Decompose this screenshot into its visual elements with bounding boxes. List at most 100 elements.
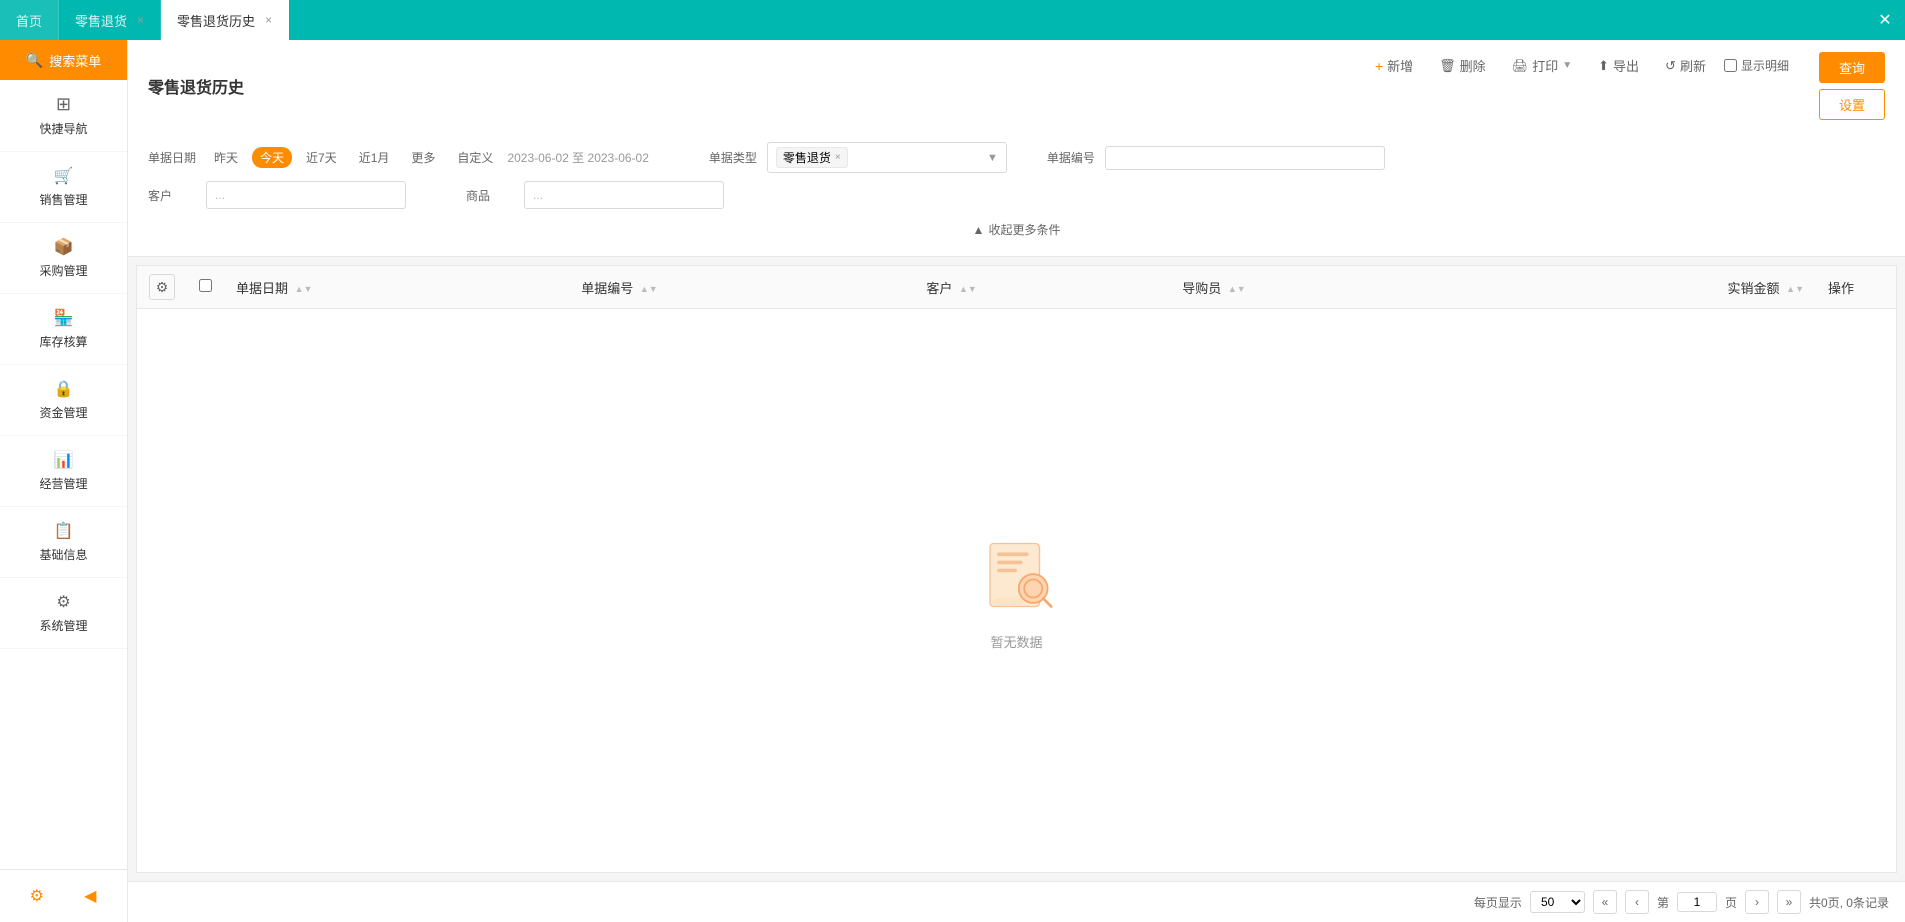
select-all-checkbox[interactable]: [199, 279, 212, 292]
sidebar-item-label: 销售管理: [39, 191, 87, 208]
sidebar-item-label: 系统管理: [39, 617, 87, 634]
sidebar-bottom: ⚙ ◀: [0, 869, 127, 922]
page-header: 零售退货历史 + 新增 🗑 删除 🖨 打印: [128, 40, 1905, 257]
tab-retail-return-history-label: 零售退货历史: [177, 11, 255, 30]
date-btn-week[interactable]: 近7天: [298, 147, 345, 168]
show-detail-label: 显示明细: [1741, 57, 1789, 74]
guide-sort-icon[interactable]: ▲▼: [1228, 285, 1246, 294]
page-number-input[interactable]: [1677, 892, 1717, 912]
sidebar-item-sys-mgmt[interactable]: ⚙ 系统管理: [0, 578, 127, 649]
page-size-select[interactable]: 10 20 50 100: [1530, 891, 1585, 913]
product-placeholder: ...: [533, 188, 543, 202]
sales-icon: 🛒: [54, 166, 74, 186]
main-layout: 🔍 搜索菜单 ⊞ 快捷导航 🛒 销售管理 📦 采购管理 🏪 库存核算 🔒: [0, 40, 1905, 922]
export-button[interactable]: ⬆ 导出: [1590, 52, 1647, 79]
add-icon: +: [1375, 58, 1383, 74]
add-button[interactable]: + 新增: [1367, 52, 1421, 79]
doc-date-sort-icon[interactable]: ▲▼: [295, 285, 313, 294]
collapse-icon: ▲: [973, 223, 985, 237]
doc-no-label: 单据编号: [1047, 149, 1097, 166]
print-label: 打印: [1532, 56, 1558, 75]
doc-type-select[interactable]: 零售退货 × ▼: [767, 142, 1007, 173]
header-actions-right: + 新增 🗑 删除 🖨 打印 ▼ ⬆: [1367, 52, 1885, 120]
print-icon: 🖨: [1512, 58, 1529, 74]
date-btn-more[interactable]: 更多: [403, 147, 443, 168]
print-button[interactable]: 🖨 打印 ▼: [1504, 52, 1580, 79]
customer-label: 客户: [148, 187, 198, 204]
sidebar-item-basic-info[interactable]: 📋 基础信息: [0, 507, 127, 578]
date-separator: 至: [572, 151, 587, 165]
filter-row-1: 单据日期 昨天 今天 近7天 近1月 更多 自定义 2023-06-02 至: [148, 142, 1885, 173]
date-btn-yesterday[interactable]: 昨天: [206, 147, 246, 168]
sidebar-item-operations[interactable]: 📊 经营管理: [0, 436, 127, 507]
column-settings-button[interactable]: ⚙: [149, 274, 175, 300]
tab-retail-return-history[interactable]: 零售退货历史 ×: [161, 0, 289, 40]
customer-sort-icon[interactable]: ▲▼: [959, 285, 977, 294]
customer-select[interactable]: ...: [206, 181, 406, 209]
table-container: ⚙ 单据日期 ▲▼ 单据编号 ▲▼: [136, 265, 1897, 873]
sidebar-nav: ⊞ 快捷导航 🛒 销售管理 📦 采购管理 🏪 库存核算 🔒 资金管理 📊: [0, 80, 127, 869]
doc-type-tag-close[interactable]: ×: [835, 152, 841, 163]
top-bar: 首页 零售退货 × 零售退货历史 × ✕: [0, 0, 1905, 40]
actual-amount-sort-icon[interactable]: ▲▼: [1786, 285, 1804, 294]
tab-home-label: 首页: [16, 11, 42, 30]
collapse-button[interactable]: ◀: [74, 880, 106, 912]
date-btn-month[interactable]: 近1月: [351, 147, 398, 168]
tab-home[interactable]: 首页: [0, 0, 59, 40]
delete-icon: 🗑: [1439, 58, 1456, 74]
page-unit: 页: [1725, 894, 1737, 911]
sidebar-item-inventory[interactable]: 🏪 库存核算: [0, 294, 127, 365]
sidebar-item-sales[interactable]: 🛒 销售管理: [0, 152, 127, 223]
prev-page-button[interactable]: ‹: [1625, 890, 1649, 914]
sidebar-item-finance[interactable]: 🔒 资金管理: [0, 365, 127, 436]
date-btn-custom[interactable]: 自定义: [449, 147, 501, 168]
settings-button[interactable]: ⚙: [21, 880, 53, 912]
date-btn-today[interactable]: 今天: [252, 147, 292, 168]
window-close-button[interactable]: ✕: [1865, 0, 1905, 40]
set-button[interactable]: 设置: [1819, 89, 1885, 120]
th-doc-date: 单据日期 ▲▼: [224, 266, 569, 309]
doc-type-tag: 零售退货 ×: [776, 147, 848, 168]
th-actual-amount-label: 实销金额: [1728, 281, 1780, 296]
table-empty-state: 暂无数据: [137, 309, 1896, 872]
th-actions-label: 操作: [1828, 281, 1854, 296]
query-buttons: 查询 设置: [1819, 52, 1885, 120]
refresh-button[interactable]: ↺ 刷新: [1657, 52, 1714, 79]
operations-icon: 📊: [54, 450, 74, 470]
customer-placeholder: ...: [215, 188, 225, 202]
sidebar-item-purchase[interactable]: 📦 采购管理: [0, 223, 127, 294]
show-detail-checkbox[interactable]: [1724, 59, 1737, 72]
tab-retail-return-close[interactable]: ×: [137, 13, 144, 27]
first-page-button[interactable]: «: [1593, 890, 1617, 914]
filter-date: 单据日期 昨天 今天 近7天 近1月 更多 自定义 2023-06-02 至: [148, 147, 649, 168]
add-label: 新增: [1387, 56, 1413, 75]
page-actions: + 新增 🗑 删除 🖨 打印 ▼ ⬆: [1367, 52, 1789, 79]
doc-no-input[interactable]: [1105, 146, 1385, 170]
sidebar-item-quick-nav[interactable]: ⊞ 快捷导航: [0, 80, 127, 152]
page-title: 零售退货历史: [148, 74, 244, 98]
last-page-button[interactable]: »: [1777, 890, 1801, 914]
filter-area: 单据日期 昨天 今天 近7天 近1月 更多 自定义 2023-06-02 至: [148, 132, 1885, 256]
tab-retail-return-label: 零售退货: [75, 11, 127, 30]
quick-nav-icon: ⊞: [56, 94, 71, 115]
doc-no-sort-icon[interactable]: ▲▼: [640, 285, 658, 294]
table-wrapper: ⚙ 单据日期 ▲▼ 单据编号 ▲▼: [137, 266, 1896, 309]
next-page-button[interactable]: ›: [1745, 890, 1769, 914]
tab-retail-return-history-close[interactable]: ×: [265, 13, 272, 27]
table-header-row: ⚙ 单据日期 ▲▼ 单据编号 ▲▼: [137, 266, 1896, 309]
delete-label: 删除: [1460, 56, 1486, 75]
product-select[interactable]: ...: [524, 181, 724, 209]
collapse-label: 收起更多条件: [988, 221, 1060, 238]
delete-button[interactable]: 🗑 删除: [1431, 52, 1494, 79]
sidebar-search-label: 搜索菜单: [49, 51, 101, 70]
filter-product: 商品 ...: [466, 181, 724, 209]
pagination-bar: 每页显示 10 20 50 100 « ‹ 第 页 › » 共0页, 0条记录: [128, 881, 1905, 922]
sidebar-item-label: 资金管理: [39, 404, 87, 421]
tab-retail-return[interactable]: 零售退货 ×: [59, 0, 161, 40]
sidebar-search-button[interactable]: 🔍 搜索菜单: [0, 40, 127, 80]
query-button[interactable]: 查询: [1819, 52, 1885, 83]
doc-type-label: 单据类型: [709, 149, 759, 166]
th-customer: 客户 ▲▼: [914, 266, 1170, 309]
finance-icon: 🔒: [54, 379, 74, 399]
collapse-bar[interactable]: ▲ 收起更多条件: [148, 217, 1885, 244]
